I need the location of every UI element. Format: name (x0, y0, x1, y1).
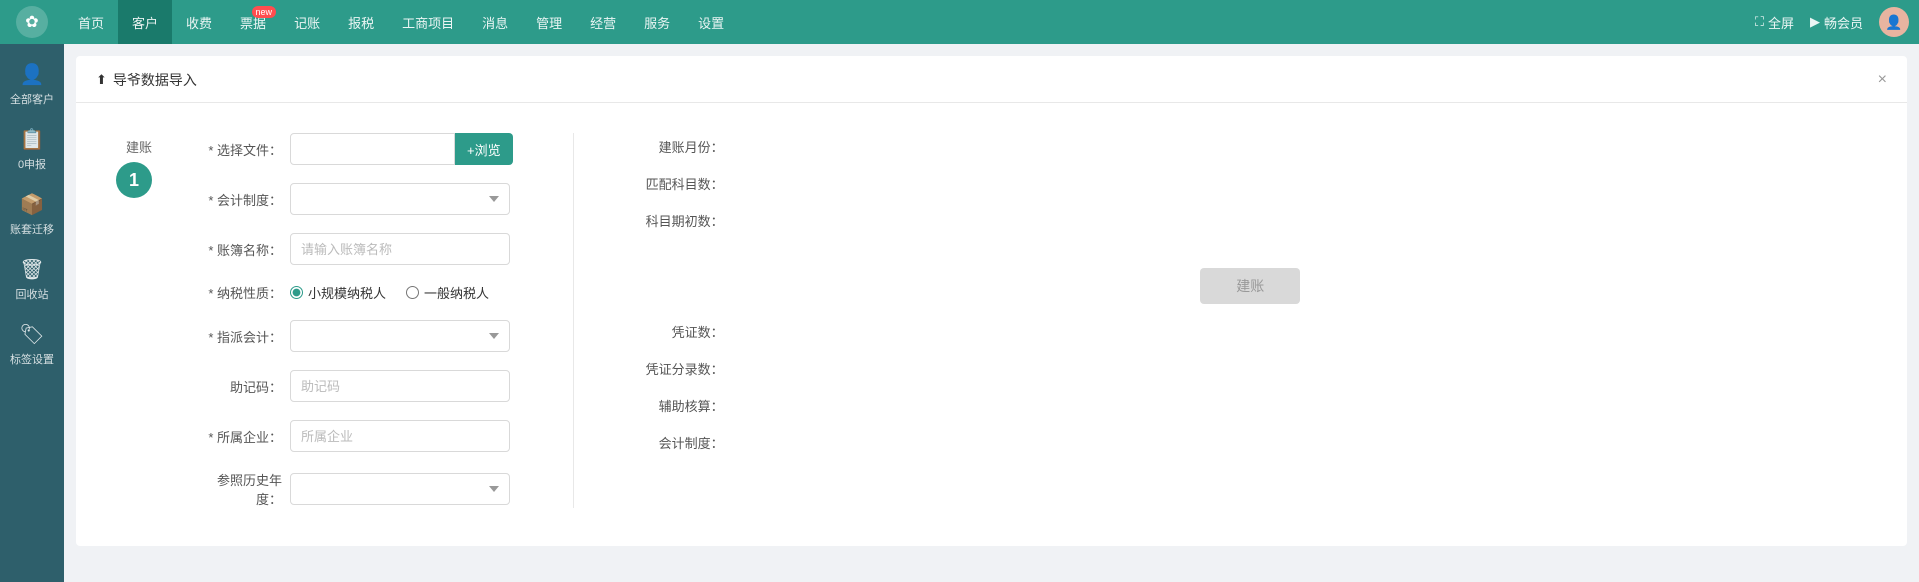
sidebar-item-tags[interactable]: 🏷 标签设置 (0, 312, 64, 377)
nav-item-services[interactable]: 服务 (630, 0, 684, 44)
build-account-button[interactable]: 建账 (1200, 268, 1300, 304)
radio-general-input[interactable] (406, 286, 419, 299)
radio-small-scale[interactable]: 小规模纳税人 (290, 283, 386, 302)
sidebar-item-all-clients[interactable]: 👤 全部客户 (0, 52, 64, 117)
top-nav: ✿ 首页 客户 收费 票据 new 记账 报税 工商项目 消息 管理 经营 服务… (0, 0, 1919, 44)
nav-right: ⛶ 全屏 ▶ 畅会员 👤 (1755, 7, 1909, 37)
radio-general[interactable]: 一般纳税人 (406, 283, 489, 302)
vertical-divider (573, 133, 574, 508)
company-label: * 所属企业： (202, 427, 282, 446)
nav-item-business[interactable]: 工商项目 (388, 0, 468, 44)
file-label: * 选择文件： (202, 140, 282, 159)
info-row-voucher-entries: 凭证分录数： (634, 359, 1867, 378)
recycle-icon: 🗑 (19, 257, 44, 282)
nav-item-invoices[interactable]: 票据 new (226, 0, 280, 44)
form-row-memo: 助记码： (202, 370, 513, 402)
sidebar-item-declaration[interactable]: 📋 0申报 (0, 117, 64, 182)
main-layout: 👤 全部客户 📋 0申报 📦 账套迁移 🗑 回收站 🏷 标签设置 ⬆ (0, 44, 1919, 582)
history-year-label: 参照历史年度： (202, 470, 282, 508)
radio-small-scale-input[interactable] (290, 286, 303, 299)
step-circle: 1 (116, 162, 152, 198)
form-row-tax-type: * 纳税性质： 小规模纳税人 一般纳税人 (202, 283, 513, 302)
nav-item-messages[interactable]: 消息 (468, 0, 522, 44)
all-clients-icon: 👤 (20, 62, 45, 87)
voucher-count-label: 凭证数： (634, 322, 724, 341)
memo-label: 助记码： (202, 377, 282, 396)
build-month-label: 建账月份： (634, 137, 724, 156)
logo-icon: ✿ (16, 6, 48, 38)
panel-title: ⬆ 导爷数据导入 (96, 70, 197, 90)
browse-button[interactable]: +浏览 (455, 133, 513, 165)
company-input[interactable] (290, 420, 510, 452)
declaration-icon: 📋 (20, 127, 45, 152)
nav-item-settings[interactable]: 设置 (684, 0, 738, 44)
history-year-select[interactable] (290, 473, 510, 505)
accounting-system-label: * 会计制度： (202, 190, 282, 209)
form-row-accountant: * 指派会计： (202, 320, 513, 352)
content-area: ⬆ 导爷数据导入 × 建账 1 * 选择文件： (64, 44, 1919, 582)
avatar-icon: 👤 (1885, 14, 1902, 31)
file-text-input[interactable] (290, 133, 455, 165)
nav-item-clients[interactable]: 客户 (118, 0, 172, 44)
fullscreen-button[interactable]: ⛶ 全屏 (1755, 13, 1794, 32)
tax-type-radio-group: 小规模纳税人 一般纳税人 (290, 283, 489, 302)
auxiliary-label: 辅助核算： (634, 396, 724, 415)
accounting-system-select[interactable] (290, 183, 510, 215)
form-section-left: * 选择文件： +浏览 * 会计制度： (202, 133, 513, 508)
import-panel: ⬆ 导爷数据导入 × 建账 1 * 选择文件： (76, 56, 1907, 546)
accountant-select[interactable] (290, 320, 510, 352)
tags-icon: 🏷 (19, 322, 44, 347)
memo-input[interactable] (290, 370, 510, 402)
migration-icon: 📦 (20, 192, 45, 217)
tax-type-label: * 纳税性质： (202, 283, 282, 302)
info-row-subject-initial: 科目期初数： (634, 211, 1867, 230)
new-badge: new (252, 6, 277, 18)
app-logo: ✿ (10, 0, 54, 44)
info-row-auxiliary: 辅助核算： (634, 396, 1867, 415)
file-input-group: +浏览 (290, 133, 513, 165)
ledger-name-input[interactable] (290, 233, 510, 265)
info-row-build-month: 建账月份： (634, 137, 1867, 156)
info-row-accounting-system-right: 会计制度： (634, 433, 1867, 452)
match-subjects-label: 匹配科目数： (634, 174, 724, 193)
info-row-match-subjects: 匹配科目数： (634, 174, 1867, 193)
sidebar-item-migration[interactable]: 📦 账套迁移 (0, 182, 64, 247)
nav-item-home[interactable]: 首页 (64, 0, 118, 44)
form-row-company: * 所属企业： (202, 420, 513, 452)
nav-item-operations[interactable]: 经营 (576, 0, 630, 44)
subject-initial-label: 科目期初数： (634, 211, 724, 230)
accounting-system-right-label: 会计制度： (634, 433, 724, 452)
form-row-history-year: 参照历史年度： (202, 470, 513, 508)
close-button[interactable]: × (1878, 71, 1887, 89)
form-row-accounting-system: * 会计制度： (202, 183, 513, 215)
form-row-file: * 选择文件： +浏览 (202, 133, 513, 165)
voucher-entries-label: 凭证分录数： (634, 359, 724, 378)
nav-item-tax[interactable]: 报税 (334, 0, 388, 44)
nav-item-bookkeeping[interactable]: 记账 (280, 0, 334, 44)
import-icon: ⬆ (96, 72, 107, 88)
panel-header: ⬆ 导爷数据导入 × (76, 56, 1907, 103)
sidebar-item-recycle[interactable]: 🗑 回收站 (0, 247, 64, 312)
info-row-voucher-count: 凭证数： (634, 322, 1867, 341)
sidebar: 👤 全部客户 📋 0申报 📦 账套迁移 🗑 回收站 🏷 标签设置 (0, 44, 64, 582)
fullscreen-icon: ⛶ (1755, 14, 1764, 30)
avatar[interactable]: 👤 (1879, 7, 1909, 37)
member-button[interactable]: ▶ 畅会员 (1810, 13, 1863, 32)
form-right-info: 建账月份： 匹配科目数： 科目期初数： 建账 (634, 133, 1867, 508)
ledger-name-label: * 账簿名称： (202, 240, 282, 259)
form-row-ledger-name: * 账簿名称： (202, 233, 513, 265)
form-container: 建账 1 * 选择文件： +浏览 * 会计制度： (76, 103, 1907, 538)
member-icon: ▶ (1810, 14, 1820, 30)
accountant-label: * 指派会计： (202, 327, 282, 346)
nav-item-management[interactable]: 管理 (522, 0, 576, 44)
nav-item-fees[interactable]: 收费 (172, 0, 226, 44)
step-indicator: 建账 1 (116, 133, 162, 508)
